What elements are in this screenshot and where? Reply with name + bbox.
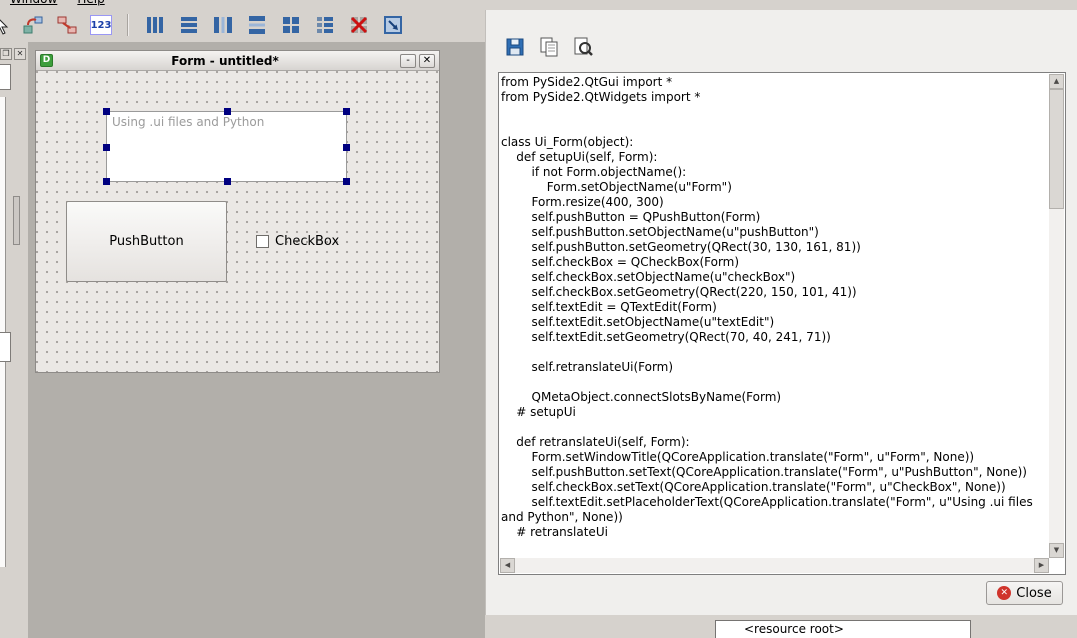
close-button-label: Close bbox=[1016, 586, 1051, 601]
textedit-widget[interactable]: Using .ui files and Python bbox=[106, 111, 347, 182]
menu-item-window[interactable]: Window bbox=[10, 0, 57, 6]
selection-handle-bottom-left[interactable] bbox=[103, 178, 110, 185]
selection-handle-top-left[interactable] bbox=[103, 108, 110, 115]
checkbox-indicator[interactable] bbox=[256, 235, 269, 248]
layout-grid-button[interactable] bbox=[279, 13, 303, 37]
scroll-right-icon[interactable]: ▶ bbox=[1034, 558, 1049, 573]
dock-float-icon[interactable]: ❐ bbox=[0, 48, 12, 60]
layout-horizontally-button[interactable] bbox=[143, 13, 167, 37]
left-scrollbar-thumb[interactable] bbox=[13, 196, 20, 245]
selection-handle-bottom-middle[interactable] bbox=[224, 178, 231, 185]
checkbox-label: CheckBox bbox=[275, 234, 339, 249]
pushbutton-label: PushButton bbox=[109, 234, 183, 249]
scroll-down-icon[interactable]: ▼ bbox=[1049, 543, 1064, 558]
textedit-placeholder: Using .ui files and Python bbox=[107, 112, 346, 132]
dock-close-icon[interactable]: ✕ bbox=[14, 48, 26, 60]
scroll-up-icon[interactable]: ▲ bbox=[1049, 74, 1064, 89]
layout-vertically-button[interactable] bbox=[177, 13, 201, 37]
scroll-left-icon[interactable]: ◀ bbox=[500, 558, 515, 573]
code-preview-dialog: from PySide2.QtGui import * from PySide2… bbox=[485, 10, 1077, 615]
pushbutton-widget[interactable]: PushButton bbox=[66, 201, 227, 282]
selection-handle-middle-left[interactable] bbox=[103, 144, 110, 151]
left-panel-fragment bbox=[0, 332, 11, 362]
layout-horizontal-icon bbox=[144, 14, 166, 36]
edit-signals-slots-button[interactable] bbox=[21, 13, 45, 37]
edit-widgets-button[interactable] bbox=[0, 13, 11, 37]
checkbox-widget[interactable]: CheckBox bbox=[256, 221, 357, 262]
vertical-scrollbar-thumb[interactable] bbox=[1049, 89, 1064, 209]
form-editor-window: D Form - untitled* - ✕ Using .ui files a… bbox=[35, 50, 440, 373]
selection-handle-top-middle[interactable] bbox=[224, 108, 231, 115]
menu-item-help[interactable]: Help bbox=[77, 0, 104, 6]
edit-tab-order-button[interactable]: 123 bbox=[89, 13, 113, 37]
close-window-button[interactable]: ✕ bbox=[419, 54, 435, 68]
selection-handle-top-right[interactable] bbox=[343, 108, 350, 115]
minimize-button[interactable]: - bbox=[400, 54, 416, 68]
layout-splitter-vertical-button[interactable] bbox=[245, 13, 269, 37]
designer-form-icon: D bbox=[40, 54, 53, 67]
toolbar-separator bbox=[127, 14, 129, 36]
layout-form-button[interactable] bbox=[313, 13, 337, 37]
generated-python-code[interactable]: from PySide2.QtGui import * from PySide2… bbox=[501, 75, 1047, 540]
code-view[interactable]: from PySide2.QtGui import * from PySide2… bbox=[498, 72, 1066, 575]
layout-vertical-icon bbox=[178, 14, 200, 36]
form-window-title: Form - untitled* bbox=[53, 54, 397, 68]
close-red-icon: ✕ bbox=[997, 586, 1011, 600]
widget-box-filter-fragment[interactable] bbox=[0, 64, 11, 90]
break-layout-button[interactable] bbox=[347, 13, 371, 37]
layout-form-icon bbox=[314, 14, 336, 36]
edit-buddies-button[interactable] bbox=[55, 13, 79, 37]
adjust-size-icon bbox=[382, 14, 404, 36]
copy-icon bbox=[537, 35, 561, 59]
save-button[interactable] bbox=[502, 34, 528, 60]
resource-root-item[interactable]: <resource root> bbox=[716, 621, 970, 637]
layout-grid-icon bbox=[280, 14, 302, 36]
splitter-vertical-icon bbox=[246, 14, 268, 36]
buddies-icon bbox=[56, 14, 78, 36]
break-layout-icon bbox=[348, 14, 370, 36]
qt-designer-window: Window Help 123 bbox=[0, 0, 1077, 638]
close-button[interactable]: ✕ Close bbox=[986, 581, 1063, 605]
save-icon bbox=[503, 35, 527, 59]
find-icon bbox=[571, 35, 595, 59]
splitter-horizontal-icon bbox=[212, 14, 234, 36]
find-button[interactable] bbox=[570, 34, 596, 60]
selection-handle-middle-right[interactable] bbox=[343, 144, 350, 151]
adjust-size-button[interactable] bbox=[381, 13, 405, 37]
cursor-icon bbox=[0, 14, 10, 36]
form-titlebar[interactable]: D Form - untitled* - ✕ bbox=[36, 51, 439, 71]
dialog-toolbar bbox=[502, 34, 596, 60]
resource-browser-fragment: <resource root> bbox=[715, 620, 971, 638]
vertical-scrollbar[interactable]: ▲ ▼ bbox=[1049, 74, 1064, 558]
selection-handle-bottom-right[interactable] bbox=[343, 178, 350, 185]
tab-order-icon: 123 bbox=[90, 15, 112, 35]
form-canvas[interactable]: Using .ui files and Python PushButton Ch… bbox=[36, 71, 439, 372]
menubar: Window Help bbox=[0, 0, 1077, 8]
copy-button[interactable] bbox=[536, 34, 562, 60]
signals-slots-icon bbox=[22, 14, 44, 36]
horizontal-scrollbar[interactable]: ◀ ▶ bbox=[500, 558, 1049, 573]
layout-splitter-horizontal-button[interactable] bbox=[211, 13, 235, 37]
